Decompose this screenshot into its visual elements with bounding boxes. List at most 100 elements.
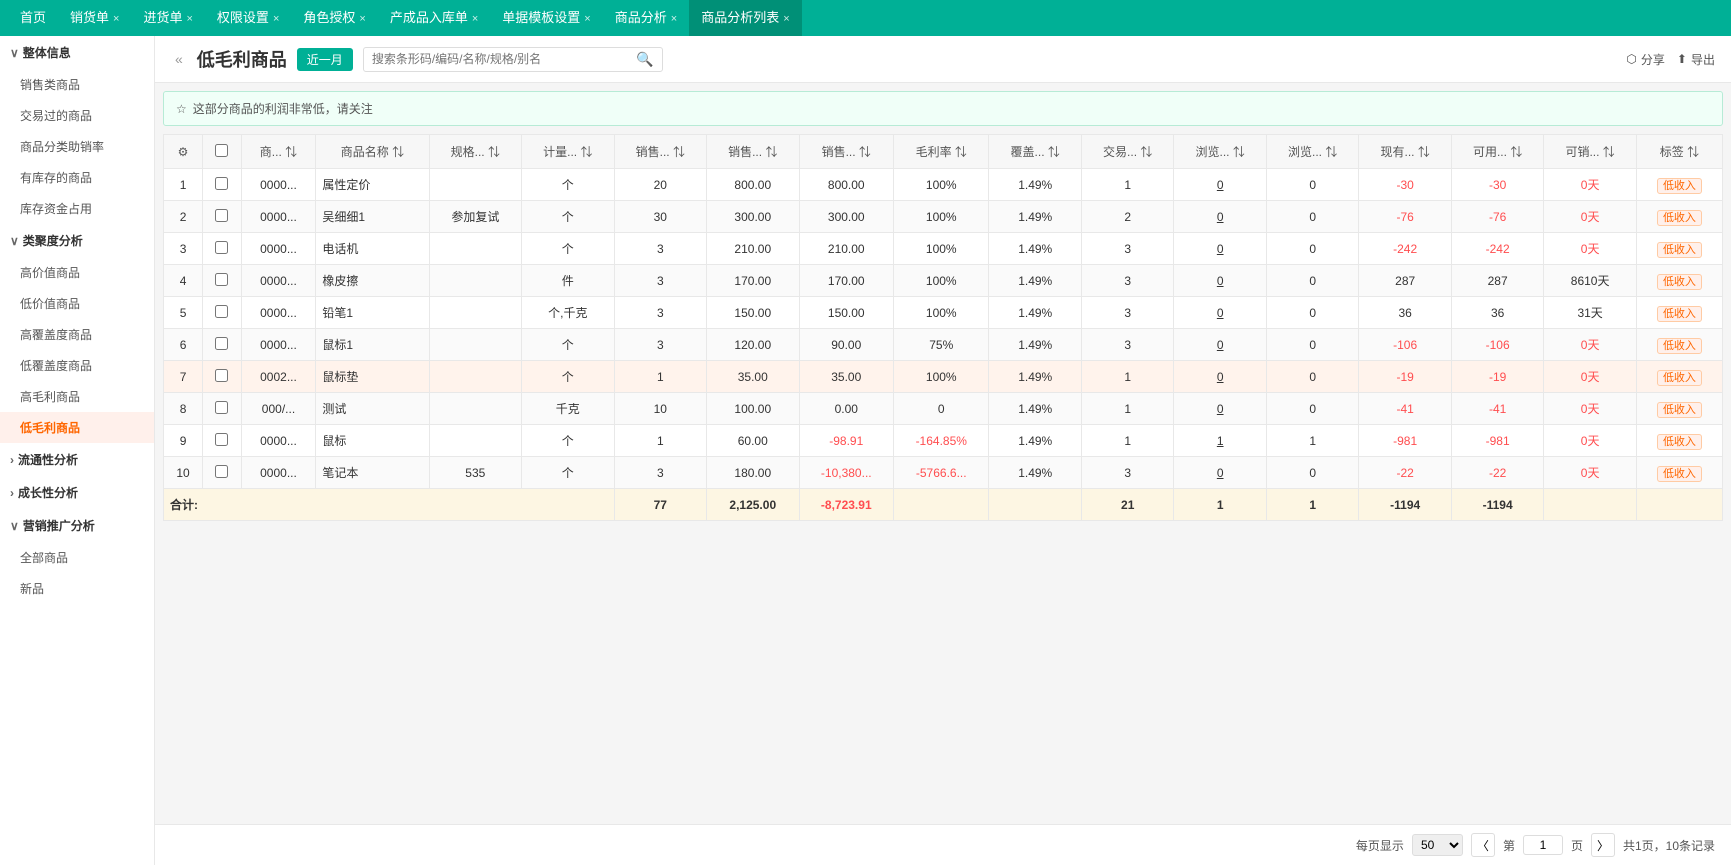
row-transaction: 1 bbox=[1081, 169, 1173, 201]
sidebar-item-stocked-goods[interactable]: 有库存的商品 bbox=[0, 162, 154, 193]
close-icon[interactable]: × bbox=[359, 13, 365, 25]
row-name[interactable]: 属性定价 bbox=[316, 169, 429, 201]
close-icon[interactable]: × bbox=[783, 13, 789, 25]
sidebar-group-clustering[interactable]: ∨ 类聚度分析 bbox=[0, 224, 154, 257]
row-code: 0000... bbox=[241, 233, 316, 265]
sidebar-item-low-value[interactable]: 低价值商品 bbox=[0, 288, 154, 319]
row-name[interactable]: 铅笔1 bbox=[316, 297, 429, 329]
sidebar-item-high-margin[interactable]: 高毛利商品 bbox=[0, 381, 154, 412]
page-size-select[interactable]: 20 50 100 bbox=[1412, 834, 1463, 856]
page-number-input[interactable] bbox=[1523, 835, 1563, 855]
row-view1[interactable]: 0 bbox=[1174, 233, 1266, 265]
col-available[interactable]: 可用... ⇅ bbox=[1451, 135, 1543, 169]
close-icon[interactable]: × bbox=[472, 13, 478, 25]
row-name[interactable]: 鼠标垫 bbox=[316, 361, 429, 393]
sidebar-item-low-margin[interactable]: 低毛利商品 bbox=[0, 412, 154, 443]
row-view1[interactable]: 0 bbox=[1174, 265, 1266, 297]
row-view1[interactable]: 0 bbox=[1174, 329, 1266, 361]
row-view2: 0 bbox=[1266, 393, 1358, 425]
col-tag[interactable]: 标签 ⇅ bbox=[1636, 135, 1722, 169]
nav-role-auth[interactable]: 角色授权× bbox=[291, 0, 377, 36]
row-checkbox[interactable] bbox=[203, 169, 242, 201]
export-button[interactable]: ⬆ 导出 bbox=[1677, 51, 1715, 68]
col-transaction[interactable]: 交易... ⇅ bbox=[1081, 135, 1173, 169]
sidebar-item-high-coverage[interactable]: 高覆盖度商品 bbox=[0, 319, 154, 350]
row-name[interactable]: 测试 bbox=[316, 393, 429, 425]
nav-template-settings[interactable]: 单据模板设置× bbox=[490, 0, 602, 36]
collapse-sidebar-button[interactable]: « bbox=[171, 51, 187, 67]
sidebar-group-overall[interactable]: ∨ 整体信息 bbox=[0, 36, 154, 69]
col-checkbox[interactable] bbox=[203, 135, 242, 169]
row-checkbox[interactable] bbox=[203, 233, 242, 265]
col-name[interactable]: 商品名称 ⇅ bbox=[316, 135, 429, 169]
sidebar-item-all-goods[interactable]: 全部商品 bbox=[0, 542, 154, 573]
col-view1[interactable]: 浏览... ⇅ bbox=[1174, 135, 1266, 169]
col-coverage[interactable]: 覆盖... ⇅ bbox=[989, 135, 1081, 169]
row-view1[interactable]: 0 bbox=[1174, 201, 1266, 233]
col-sellable[interactable]: 可销... ⇅ bbox=[1544, 135, 1636, 169]
tag-badge: 低收入 bbox=[1657, 242, 1702, 258]
row-name[interactable]: 橡皮擦 bbox=[316, 265, 429, 297]
row-view1[interactable]: 0 bbox=[1174, 361, 1266, 393]
row-transaction: 3 bbox=[1081, 297, 1173, 329]
row-checkbox[interactable] bbox=[203, 265, 242, 297]
col-sales-amount[interactable]: 销售... ⇅ bbox=[707, 135, 799, 169]
row-name[interactable]: 鼠标1 bbox=[316, 329, 429, 361]
col-unit[interactable]: 计量... ⇅ bbox=[522, 135, 614, 169]
close-icon[interactable]: × bbox=[671, 13, 677, 25]
col-sales-profit[interactable]: 销售... ⇅ bbox=[799, 135, 894, 169]
nav-product-entry[interactable]: 产成品入库单× bbox=[378, 0, 490, 36]
sidebar-item-category-sales-rate[interactable]: 商品分类助销率 bbox=[0, 131, 154, 162]
next-page-button[interactable]: 〉 bbox=[1591, 833, 1615, 857]
nav-permissions[interactable]: 权限设置× bbox=[205, 0, 291, 36]
sidebar-item-sales-goods[interactable]: 销售类商品 bbox=[0, 69, 154, 100]
row-checkbox[interactable] bbox=[203, 361, 242, 393]
col-current-stock[interactable]: 现有... ⇅ bbox=[1359, 135, 1451, 169]
row-checkbox[interactable] bbox=[203, 457, 242, 489]
sidebar-group-circulation[interactable]: › 流通性分析 bbox=[0, 443, 154, 476]
row-view1[interactable]: 0 bbox=[1174, 393, 1266, 425]
row-view1[interactable]: 0 bbox=[1174, 169, 1266, 201]
sidebar-group-growth[interactable]: › 成长性分析 bbox=[0, 476, 154, 509]
col-sales-qty[interactable]: 销售... ⇅ bbox=[614, 135, 706, 169]
filter-recent-month-button[interactable]: 近一月 bbox=[297, 48, 353, 71]
col-code[interactable]: 商... ⇅ bbox=[241, 135, 316, 169]
row-view1[interactable]: 0 bbox=[1174, 457, 1266, 489]
select-all-checkbox[interactable] bbox=[215, 144, 228, 157]
close-icon[interactable]: × bbox=[584, 13, 590, 25]
row-name[interactable]: 笔记本 bbox=[316, 457, 429, 489]
search-input[interactable] bbox=[372, 52, 637, 66]
sidebar-item-traded-goods[interactable]: 交易过的商品 bbox=[0, 100, 154, 131]
row-checkbox[interactable] bbox=[203, 393, 242, 425]
sidebar-item-stock-capital[interactable]: 库存资金占用 bbox=[0, 193, 154, 224]
col-spec[interactable]: 规格... ⇅ bbox=[429, 135, 521, 169]
row-name[interactable]: 吴细细1 bbox=[316, 201, 429, 233]
nav-sales-order[interactable]: 销货单× bbox=[58, 0, 131, 36]
row-sales-qty: 3 bbox=[614, 457, 706, 489]
close-icon[interactable]: × bbox=[186, 13, 192, 25]
row-checkbox[interactable] bbox=[203, 329, 242, 361]
nav-product-analysis[interactable]: 商品分析× bbox=[603, 0, 689, 36]
close-icon[interactable]: × bbox=[273, 13, 279, 25]
col-settings[interactable]: ⚙ bbox=[164, 135, 203, 169]
row-view1[interactable]: 0 bbox=[1174, 297, 1266, 329]
sidebar-item-high-value[interactable]: 高价值商品 bbox=[0, 257, 154, 288]
sidebar-item-new-goods[interactable]: 新品 bbox=[0, 573, 154, 604]
sidebar-item-low-coverage[interactable]: 低覆盖度商品 bbox=[0, 350, 154, 381]
search-icon[interactable]: 🔍 bbox=[636, 51, 653, 68]
sidebar-group-marketing[interactable]: ∨ 营销推广分析 bbox=[0, 509, 154, 542]
prev-page-button[interactable]: 〈 bbox=[1471, 833, 1495, 857]
close-icon[interactable]: × bbox=[113, 13, 119, 25]
row-name[interactable]: 鼠标 bbox=[316, 425, 429, 457]
nav-purchase-order[interactable]: 进货单× bbox=[131, 0, 204, 36]
row-name[interactable]: 电话机 bbox=[316, 233, 429, 265]
row-view1[interactable]: 1 bbox=[1174, 425, 1266, 457]
col-gross-margin[interactable]: 毛利率 ⇅ bbox=[894, 135, 989, 169]
row-checkbox[interactable] bbox=[203, 201, 242, 233]
nav-product-analysis-list[interactable]: 商品分析列表× bbox=[689, 0, 801, 36]
col-view2[interactable]: 浏览... ⇅ bbox=[1266, 135, 1358, 169]
share-button[interactable]: ⬡ 分享 bbox=[1626, 51, 1665, 68]
nav-home[interactable]: 首页 bbox=[8, 0, 58, 36]
row-checkbox[interactable] bbox=[203, 425, 242, 457]
row-checkbox[interactable] bbox=[203, 297, 242, 329]
